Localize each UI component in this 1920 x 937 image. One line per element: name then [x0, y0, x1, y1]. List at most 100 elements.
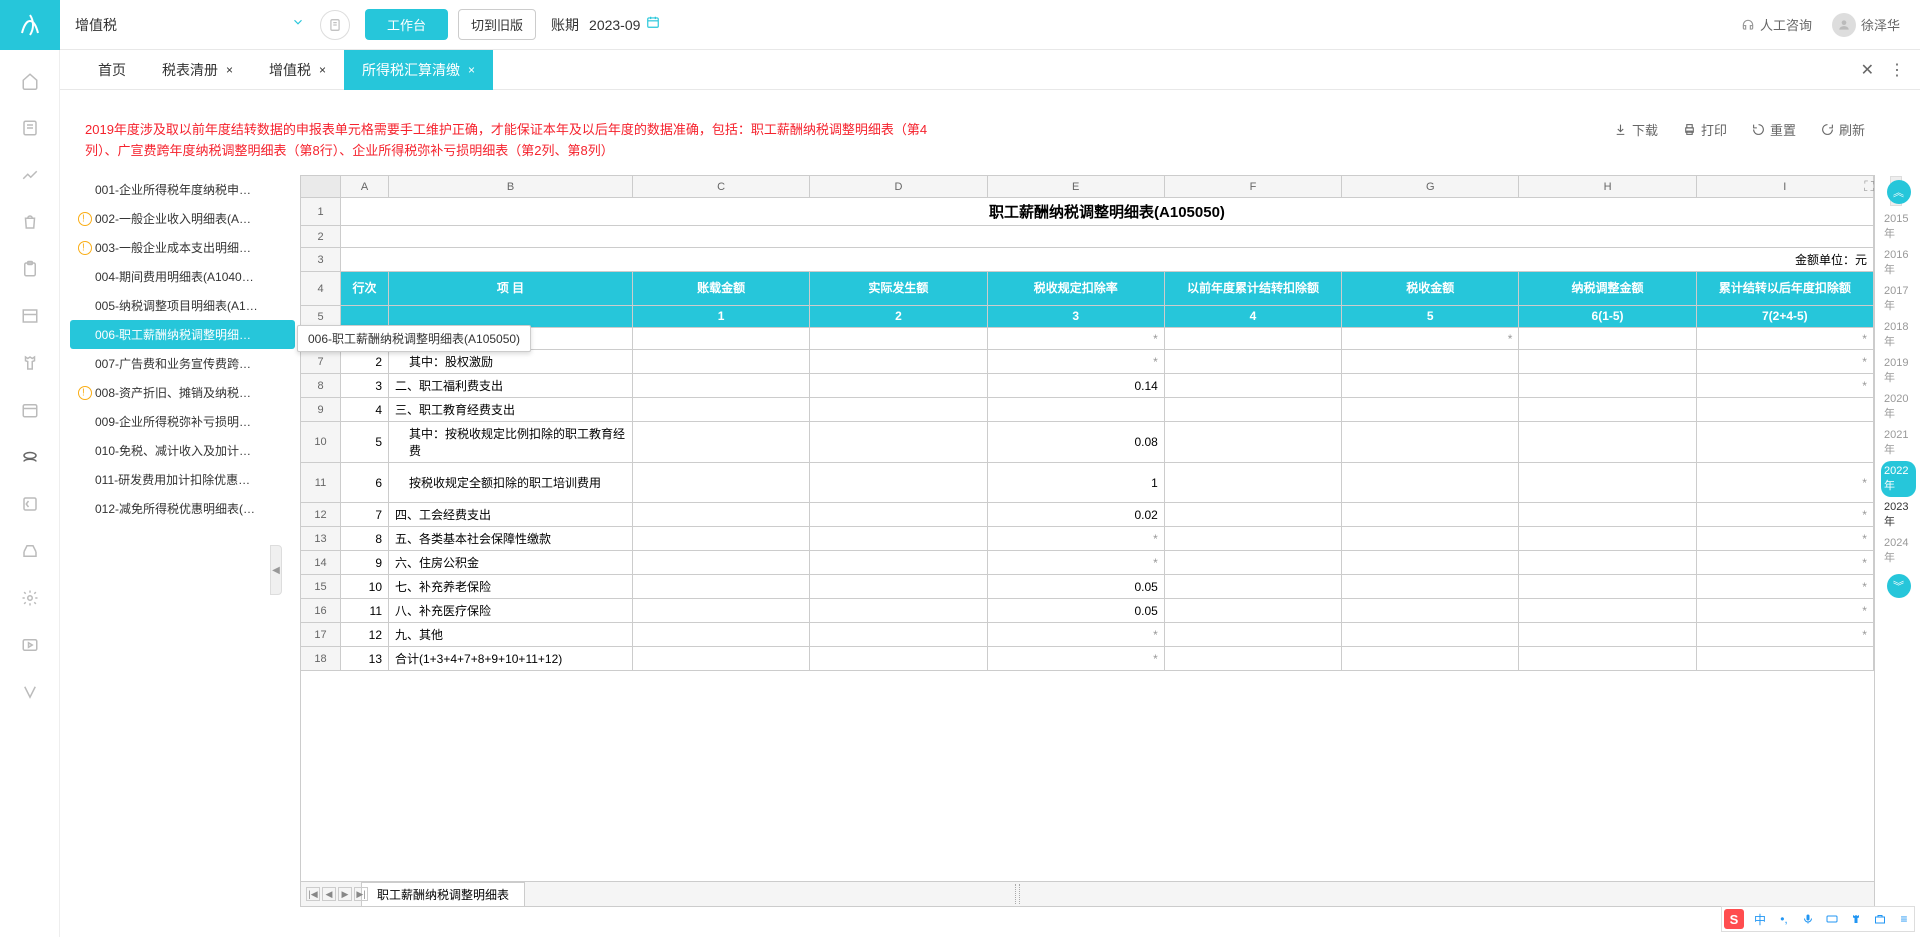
cell[interactable]: 按税收规定全额扣除的职工培训费用: [389, 463, 633, 502]
cell[interactable]: 1: [633, 306, 810, 327]
cell[interactable]: 5: [1342, 306, 1519, 327]
col-header[interactable]: D: [810, 176, 987, 197]
cell[interactable]: 8: [341, 527, 389, 550]
cell[interactable]: [1165, 398, 1342, 421]
cell[interactable]: 累计结转以后年度扣除额: [1697, 272, 1874, 305]
sheet-first-icon[interactable]: |◀: [306, 887, 320, 901]
cell[interactable]: 项 目: [389, 272, 633, 305]
print-button[interactable]: 打印: [1683, 120, 1727, 139]
nav-form-icon[interactable]: [19, 117, 41, 139]
row-header[interactable]: 16: [301, 599, 341, 622]
row-header[interactable]: 18: [301, 647, 341, 670]
col-header[interactable]: B: [389, 176, 633, 197]
col-header[interactable]: I: [1697, 176, 1874, 197]
fullscreen-icon[interactable]: ⛶: [1864, 178, 1874, 195]
switch-old-button[interactable]: 切到旧版: [458, 9, 536, 40]
calendar-icon[interactable]: [646, 15, 660, 34]
sheet-prev-icon[interactable]: ◀: [322, 887, 336, 901]
cell[interactable]: [341, 306, 389, 327]
user-menu[interactable]: 徐泽华: [1832, 13, 1900, 37]
cell[interactable]: [1342, 422, 1519, 462]
cell[interactable]: [1165, 463, 1342, 502]
cell[interactable]: 0.02: [988, 503, 1165, 526]
year-item[interactable]: 2020年: [1881, 389, 1916, 425]
cell[interactable]: [1519, 503, 1696, 526]
cell[interactable]: [1165, 328, 1342, 349]
cell[interactable]: [810, 599, 987, 622]
cell[interactable]: [633, 575, 810, 598]
cell[interactable]: [1519, 350, 1696, 373]
cell[interactable]: 纳税调整金额: [1519, 272, 1696, 305]
row-header[interactable]: 12: [301, 503, 341, 526]
cell[interactable]: [1165, 575, 1342, 598]
ime-skin-icon[interactable]: [1848, 911, 1864, 927]
form-list-item[interactable]: 004-期间费用明细表(A1040…: [70, 262, 295, 291]
ime-mic-icon[interactable]: [1800, 911, 1816, 927]
cell[interactable]: [810, 328, 987, 349]
cell[interactable]: *: [1697, 551, 1874, 574]
cell[interactable]: [1165, 374, 1342, 397]
nav-return-icon[interactable]: [19, 493, 41, 515]
year-item[interactable]: 2018年: [1881, 317, 1916, 353]
cell[interactable]: [1519, 374, 1696, 397]
cell[interactable]: 12: [341, 623, 389, 646]
app-logo[interactable]: [0, 0, 60, 50]
nav-calendar-icon[interactable]: [19, 399, 41, 421]
col-header[interactable]: F: [1165, 176, 1342, 197]
document-icon-button[interactable]: [320, 10, 350, 40]
spreadsheet-body[interactable]: 1职工薪酬纳税调整明细表(A105050)23金额单位：元4行次项 目账载金额实…: [301, 198, 1874, 881]
select-all-corner[interactable]: [301, 176, 341, 197]
cell[interactable]: 五、各类基本社会保障性缴款: [389, 527, 633, 550]
nav-home-icon[interactable]: [19, 70, 41, 92]
cell[interactable]: 1: [988, 463, 1165, 502]
cell[interactable]: [1165, 599, 1342, 622]
cell[interactable]: *: [1697, 463, 1874, 502]
form-list-item[interactable]: 003-一般企业成本支出明细…: [70, 233, 295, 262]
cell[interactable]: 7(2+4-5): [1697, 306, 1874, 327]
form-list-item[interactable]: 008-资产折旧、摊销及纳税…: [70, 378, 295, 407]
nav-list-icon[interactable]: [19, 305, 41, 327]
year-item[interactable]: 2024年: [1881, 533, 1916, 569]
cell[interactable]: 6(1-5): [1519, 306, 1696, 327]
tab-close-icon[interactable]: ×: [468, 63, 475, 77]
collapse-handle[interactable]: ◀: [270, 545, 282, 595]
year-item[interactable]: 2016年: [1881, 245, 1916, 281]
cell[interactable]: *: [988, 647, 1165, 670]
col-header[interactable]: C: [633, 176, 810, 197]
cell[interactable]: *: [1342, 328, 1519, 349]
cell[interactable]: 行次: [341, 272, 389, 305]
cell[interactable]: 10: [341, 575, 389, 598]
sheet-last-icon[interactable]: ▶|: [354, 887, 368, 901]
cell[interactable]: 11: [341, 599, 389, 622]
tab-首页[interactable]: 首页: [80, 50, 144, 90]
cell[interactable]: 3: [341, 374, 389, 397]
cell[interactable]: [1519, 575, 1696, 598]
cell[interactable]: 0.05: [988, 599, 1165, 622]
form-list-item[interactable]: 009-企业所得税弥补亏损明…: [70, 407, 295, 436]
cell[interactable]: [633, 328, 810, 349]
cell[interactable]: 七、补充养老保险: [389, 575, 633, 598]
cell[interactable]: 2: [341, 350, 389, 373]
cell[interactable]: 其中：股权激励: [389, 350, 633, 373]
sheet-tab[interactable]: 职工薪酬纳税调整明细表: [361, 882, 525, 906]
cell[interactable]: *: [1697, 575, 1874, 598]
row-header[interactable]: 5: [301, 306, 341, 327]
year-item[interactable]: 2021年: [1881, 425, 1916, 461]
cell[interactable]: 合计(1+3+4+7+8+9+10+11+12): [389, 647, 633, 670]
cell[interactable]: [1165, 623, 1342, 646]
cell[interactable]: [1342, 350, 1519, 373]
consult-link[interactable]: 人工咨询: [1741, 15, 1812, 34]
cell[interactable]: [810, 398, 987, 421]
workbench-button[interactable]: 工作台: [365, 9, 448, 40]
year-scroll-up[interactable]: ︽: [1887, 180, 1911, 204]
year-item[interactable]: 2022年: [1881, 461, 1916, 497]
cell[interactable]: *: [988, 623, 1165, 646]
cell[interactable]: [633, 623, 810, 646]
cell[interactable]: [1519, 599, 1696, 622]
cell[interactable]: [1697, 398, 1874, 421]
cell[interactable]: [810, 422, 987, 462]
nav-settings-icon[interactable]: [19, 587, 41, 609]
cell[interactable]: [1519, 328, 1696, 349]
cell[interactable]: [810, 463, 987, 502]
cell[interactable]: 四、工会经费支出: [389, 503, 633, 526]
